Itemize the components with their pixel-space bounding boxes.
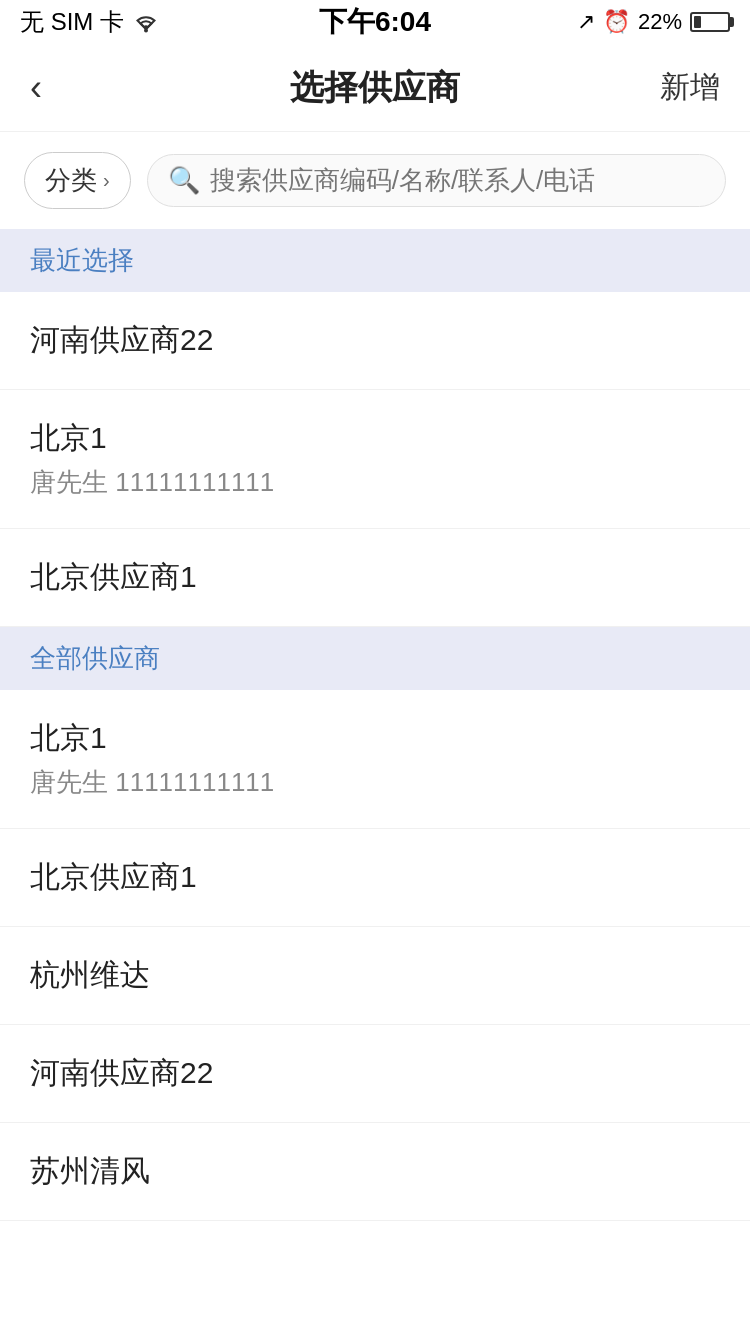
all-section-header: 全部供应商 <box>0 627 750 690</box>
back-button[interactable]: ‹ <box>30 67 110 109</box>
search-box: 🔍 <box>147 154 726 207</box>
nav-bar: ‹ 选择供应商 新增 <box>0 44 750 132</box>
recent-section-label: 最近选择 <box>30 245 134 275</box>
page-title: 选择供应商 <box>290 65 460 111</box>
list-item[interactable]: 北京1 唐先生 11111111111 <box>0 390 750 529</box>
status-right: ↗ ⏰ 22% <box>577 9 730 35</box>
location-icon: ↗ <box>577 9 595 35</box>
all-list: 北京1 唐先生 11111111111 北京供应商1 杭州维达河南供应商22 苏州清风 <box>0 690 750 1221</box>
list-item[interactable]: 杭州维达 <box>0 927 750 1025</box>
item-name: 河南供应商22 <box>30 320 720 361</box>
status-left: 无 SIM 卡 <box>20 6 160 38</box>
all-section-label: 全部供应商 <box>30 643 160 673</box>
category-label: 分类 <box>45 163 97 198</box>
add-button[interactable]: 新增 <box>640 67 720 108</box>
search-icon: 🔍 <box>168 165 200 196</box>
recent-list: 河南供应商22 北京1 唐先生 11111111111 北京供应商1 <box>0 292 750 627</box>
status-time: 下午6:04 <box>319 3 431 41</box>
item-name: 苏州清风 <box>30 1151 720 1192</box>
wifi-icon <box>132 11 160 33</box>
item-name: 北京供应商1 <box>30 557 720 598</box>
item-name: 河南供应商22 <box>30 1053 720 1094</box>
item-name: 杭州维达 <box>30 955 720 996</box>
search-input[interactable] <box>210 165 705 196</box>
item-name: 北京供应商1 <box>30 857 720 898</box>
svg-point-0 <box>144 29 148 33</box>
item-sub: 唐先生 11111111111 <box>30 765 720 800</box>
carrier-text: 无 SIM 卡 <box>20 6 124 38</box>
list-item[interactable]: 北京1 唐先生 11111111111 <box>0 690 750 829</box>
battery-percent: 22% <box>638 9 682 35</box>
list-item[interactable]: 北京供应商1 <box>0 829 750 927</box>
list-item[interactable]: 河南供应商22 <box>0 292 750 390</box>
list-item[interactable]: 苏州清风 <box>0 1123 750 1221</box>
item-name: 北京1 <box>30 718 720 759</box>
recent-section-header: 最近选择 <box>0 229 750 292</box>
alarm-icon: ⏰ <box>603 9 630 35</box>
list-item[interactable]: 北京供应商1 <box>0 529 750 627</box>
battery-fill <box>694 16 701 28</box>
filter-bar: 分类 › 🔍 <box>0 132 750 229</box>
item-name: 北京1 <box>30 418 720 459</box>
battery-icon <box>690 12 730 32</box>
list-item[interactable]: 河南供应商22 <box>0 1025 750 1123</box>
category-filter-button[interactable]: 分类 › <box>24 152 131 209</box>
chevron-right-icon: › <box>103 169 110 192</box>
item-sub: 唐先生 11111111111 <box>30 465 720 500</box>
status-bar: 无 SIM 卡 下午6:04 ↗ ⏰ 22% <box>0 0 750 44</box>
